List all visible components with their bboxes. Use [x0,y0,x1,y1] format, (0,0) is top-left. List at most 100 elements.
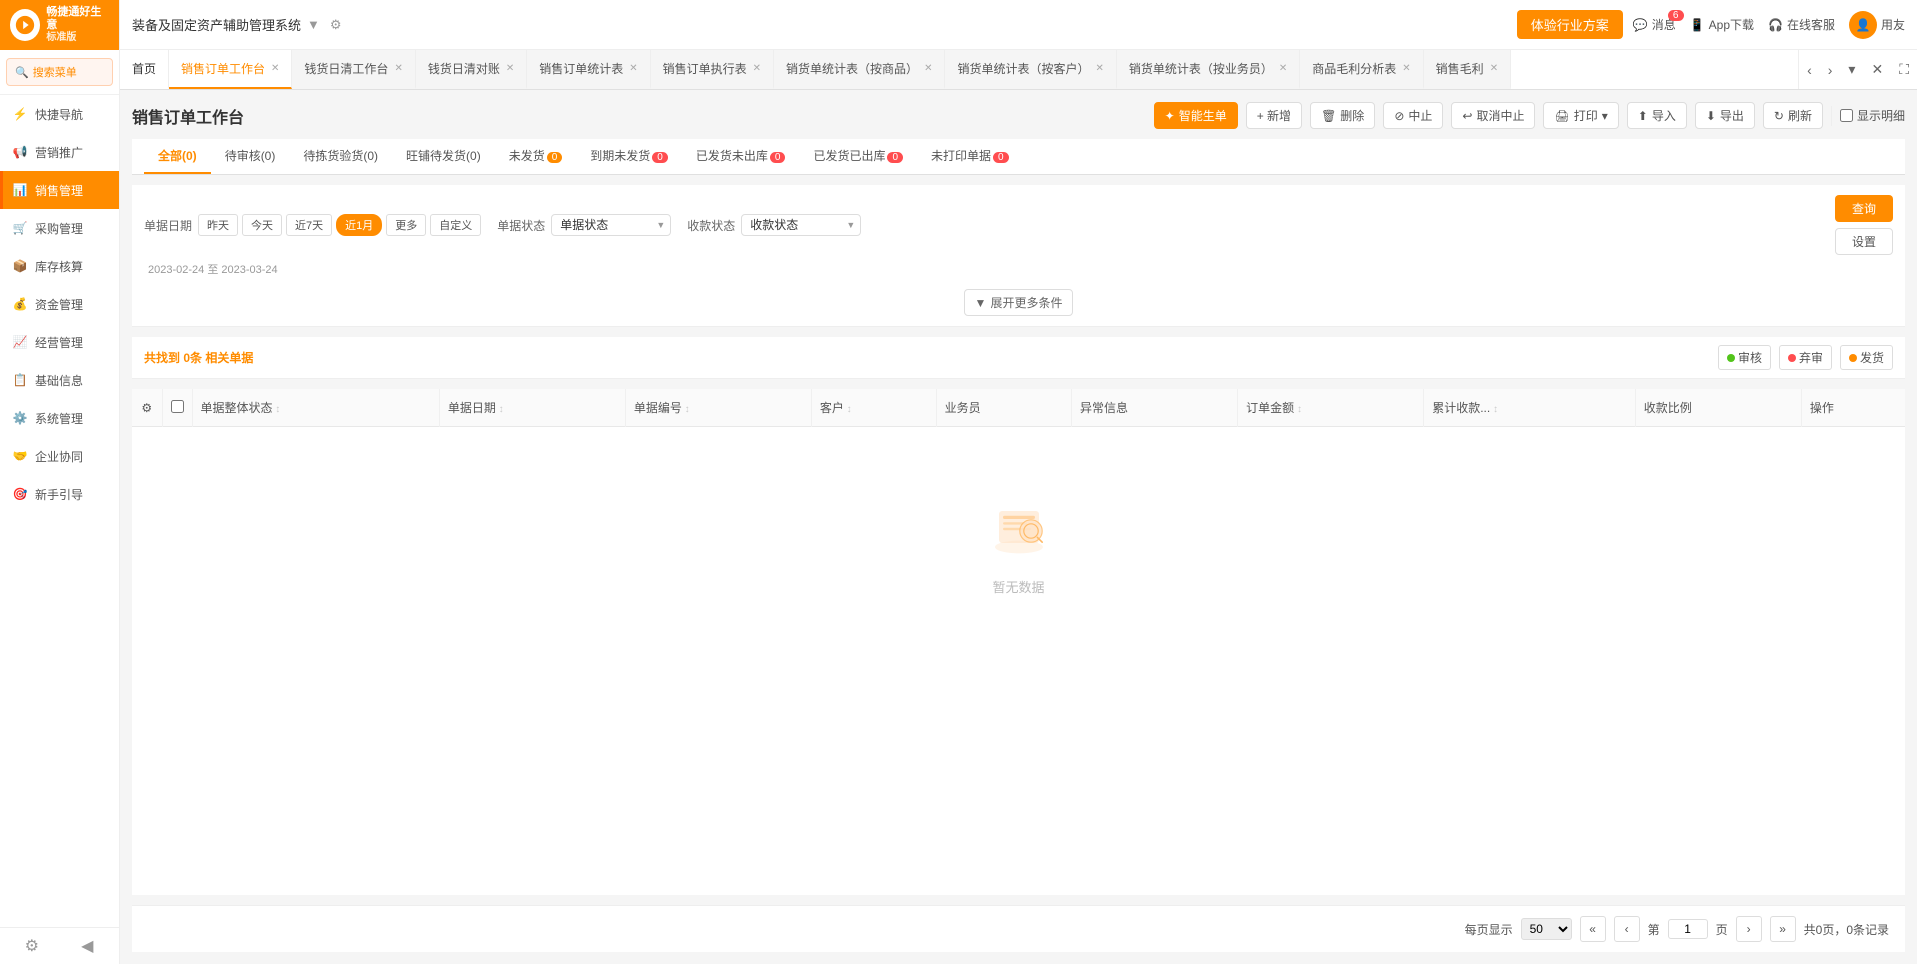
tab-close-summary-customer[interactable]: ✕ [1095,63,1103,74]
sidebar-item-quick-nav[interactable]: ⚡ 快捷导航 [0,95,119,133]
last-page-button[interactable]: » [1770,916,1796,942]
tab-close-sales-stats[interactable]: ✕ [629,63,637,74]
tab-scroll-left[interactable]: ‹ [1799,50,1820,89]
col-number[interactable]: 单据编号 [625,389,811,427]
last1month-btn[interactable]: 近1月 [336,214,382,236]
tab-gross-profit[interactable]: 商品毛利分析表 ✕ [1300,50,1423,89]
sidebar-item-purchase[interactable]: 🛒 采购管理 [0,209,119,247]
delete-button[interactable]: 🗑 删除 [1310,102,1375,129]
tab-sales-exec[interactable]: 销售订单执行表 ✕ [651,50,774,89]
payment-select[interactable]: 收款状态 [741,214,861,236]
col-collected[interactable]: 累计收款... [1424,389,1636,427]
tab-maximize[interactable]: ⛶ [1891,50,1917,89]
today-btn[interactable]: 今天 [242,214,282,236]
subtab-expired-not-shipped[interactable]: 到期未发货0 [576,139,682,174]
filter-settings-button[interactable]: 设置 [1835,228,1893,255]
search-menu-button[interactable]: 🔍 搜索菜单 [6,58,113,86]
orders-table: ⚙ 单据整体状态 单据日期 单据编号 客户 业务员 异常信息 订单金额 累计收款… [132,389,1905,427]
industry-btn[interactable]: 体验行业方案 [1517,10,1623,39]
tab-close-summary-staff[interactable]: ✕ [1279,63,1287,74]
subtab-wangpu[interactable]: 旺铺待发货(0) [392,139,495,174]
message-button[interactable]: 💬 消息 6 [1633,16,1676,33]
per-page-select[interactable]: 50 10 20 100 [1521,918,1572,940]
print-button[interactable]: 🖨 打印 ▾ [1543,102,1618,129]
tab-more[interactable]: ▾ [1840,50,1863,89]
sidebar-item-marketing[interactable]: 📢 营销推广 [0,133,119,171]
add-button[interactable]: + 新增 [1246,102,1302,129]
subtab-all[interactable]: 全部(0) [144,139,211,174]
tab-cash-daily[interactable]: 钱货日清工作台 ✕ [292,50,415,89]
subtab-pending-review[interactable]: 待审核(0) [211,139,290,174]
sidebar-item-label: 系统管理 [35,410,83,427]
ai-generate-button[interactable]: ✦ 智能生单 [1154,102,1238,129]
tab-scroll-right[interactable]: › [1820,50,1841,89]
sidebar-item-sales[interactable]: 📊 销售管理 [0,171,119,209]
cancel-review-action-button[interactable]: 弃审 [1779,345,1832,370]
refresh-button[interactable]: ↻ 刷新 [1763,102,1823,129]
select-all-checkbox[interactable] [171,400,184,413]
user-profile-button[interactable]: 👤 用友 [1849,11,1905,39]
col-settings[interactable]: ⚙ [132,389,162,427]
tab-close-sales-exec[interactable]: ✕ [753,63,761,74]
settings-icon[interactable]: ⚙ [330,17,342,33]
subtab-shipped-out[interactable]: 已发货已出库0 [799,139,917,174]
more-date-btn[interactable]: 更多 [386,214,426,236]
tab-close-sales-workbench[interactable]: ✕ [271,63,279,74]
tab-sales-summary-customer[interactable]: 销货单统计表（按客户） ✕ [945,50,1116,89]
review-action-button[interactable]: 审核 [1718,345,1771,370]
tab-sales-summary-product[interactable]: 销货单统计表（按商品） ✕ [774,50,945,89]
import-button[interactable]: ⬆ 导入 [1627,102,1687,129]
first-page-button[interactable]: « [1580,916,1606,942]
yesterday-btn[interactable]: 昨天 [198,214,238,236]
subtab-not-printed[interactable]: 未打印单据0 [917,139,1023,174]
page-number-input[interactable] [1668,919,1708,939]
ship-action-button[interactable]: 发货 [1840,345,1893,370]
tab-sales-profit[interactable]: 销售毛利 ✕ [1424,50,1511,89]
subtab-shipped-not-out[interactable]: 已发货未出库0 [682,139,800,174]
sidebar-item-guide[interactable]: 🎯 新手引导 [0,475,119,513]
collapse-sidebar-button[interactable]: ◀ [64,936,112,956]
sidebar-item-basic[interactable]: 📋 基础信息 [0,361,119,399]
tab-close-cash-daily[interactable]: ✕ [394,63,402,74]
status-select[interactable]: 单据状态 [551,214,671,236]
sidebar-item-enterprise[interactable]: 🤝 企业协同 [0,437,119,475]
tab-sales-stats[interactable]: 销售订单统计表 ✕ [527,50,650,89]
subtab-not-shipped[interactable]: 未发货0 [495,139,577,174]
star-icon: ✦ [1165,109,1175,123]
app-download-button[interactable]: 📱 App下载 [1690,16,1754,33]
tab-home[interactable]: 首页 [120,50,169,89]
show-detail-checkbox[interactable]: 显示明细 [1840,107,1905,124]
tab-sales-summary-staff[interactable]: 销货单统计表（按业务员） ✕ [1117,50,1300,89]
tab-close-gross-profit[interactable]: ✕ [1402,63,1410,74]
next-page-button[interactable]: › [1736,916,1762,942]
show-detail-input[interactable] [1840,109,1853,122]
tab-close-cash-reconcile[interactable]: ✕ [506,63,514,74]
col-amount[interactable]: 订单金额 [1238,389,1424,427]
tab-cash-reconcile[interactable]: 钱货日清对账 ✕ [416,50,527,89]
subtab-pending-inspect[interactable]: 待拣货验货(0) [289,139,392,174]
tab-close-sales-profit[interactable]: ✕ [1490,63,1498,74]
col-date[interactable]: 单据日期 [439,389,625,427]
settings-footer-button[interactable]: ⚙ [8,936,56,956]
print-dropdown-icon: ▾ [1602,109,1608,123]
sidebar-item-inventory[interactable]: 📦 库存核算 [0,247,119,285]
prev-page-button[interactable]: ‹ [1614,916,1640,942]
tab-close-all[interactable]: ✕ [1863,50,1891,89]
tab-sales-workbench[interactable]: 销售订单工作台 ✕ [169,50,292,89]
stop-button[interactable]: ⊘ 中止 [1383,102,1443,129]
last7days-btn[interactable]: 近7天 [286,214,332,236]
cancel-stop-button[interactable]: ↩ 取消中止 [1451,102,1535,129]
query-button[interactable]: 查询 [1835,195,1893,222]
quick-nav-icon: ⚡ [11,105,29,123]
col-checkbox[interactable] [162,389,192,427]
col-status[interactable]: 单据整体状态 [192,389,439,427]
tab-close-summary-product[interactable]: ✕ [924,63,932,74]
export-button[interactable]: ⬇ 导出 [1695,102,1755,129]
sidebar-item-system[interactable]: ⚙️ 系统管理 [0,399,119,437]
sidebar-item-operation[interactable]: 📈 经营管理 [0,323,119,361]
expand-more-button[interactable]: ▼ 展开更多条件 [964,289,1074,316]
col-customer[interactable]: 客户 [811,389,936,427]
online-service-button[interactable]: 🎧 在线客服 [1768,16,1835,33]
custom-date-btn[interactable]: 自定义 [430,214,481,236]
sidebar-item-finance[interactable]: 💰 资金管理 [0,285,119,323]
